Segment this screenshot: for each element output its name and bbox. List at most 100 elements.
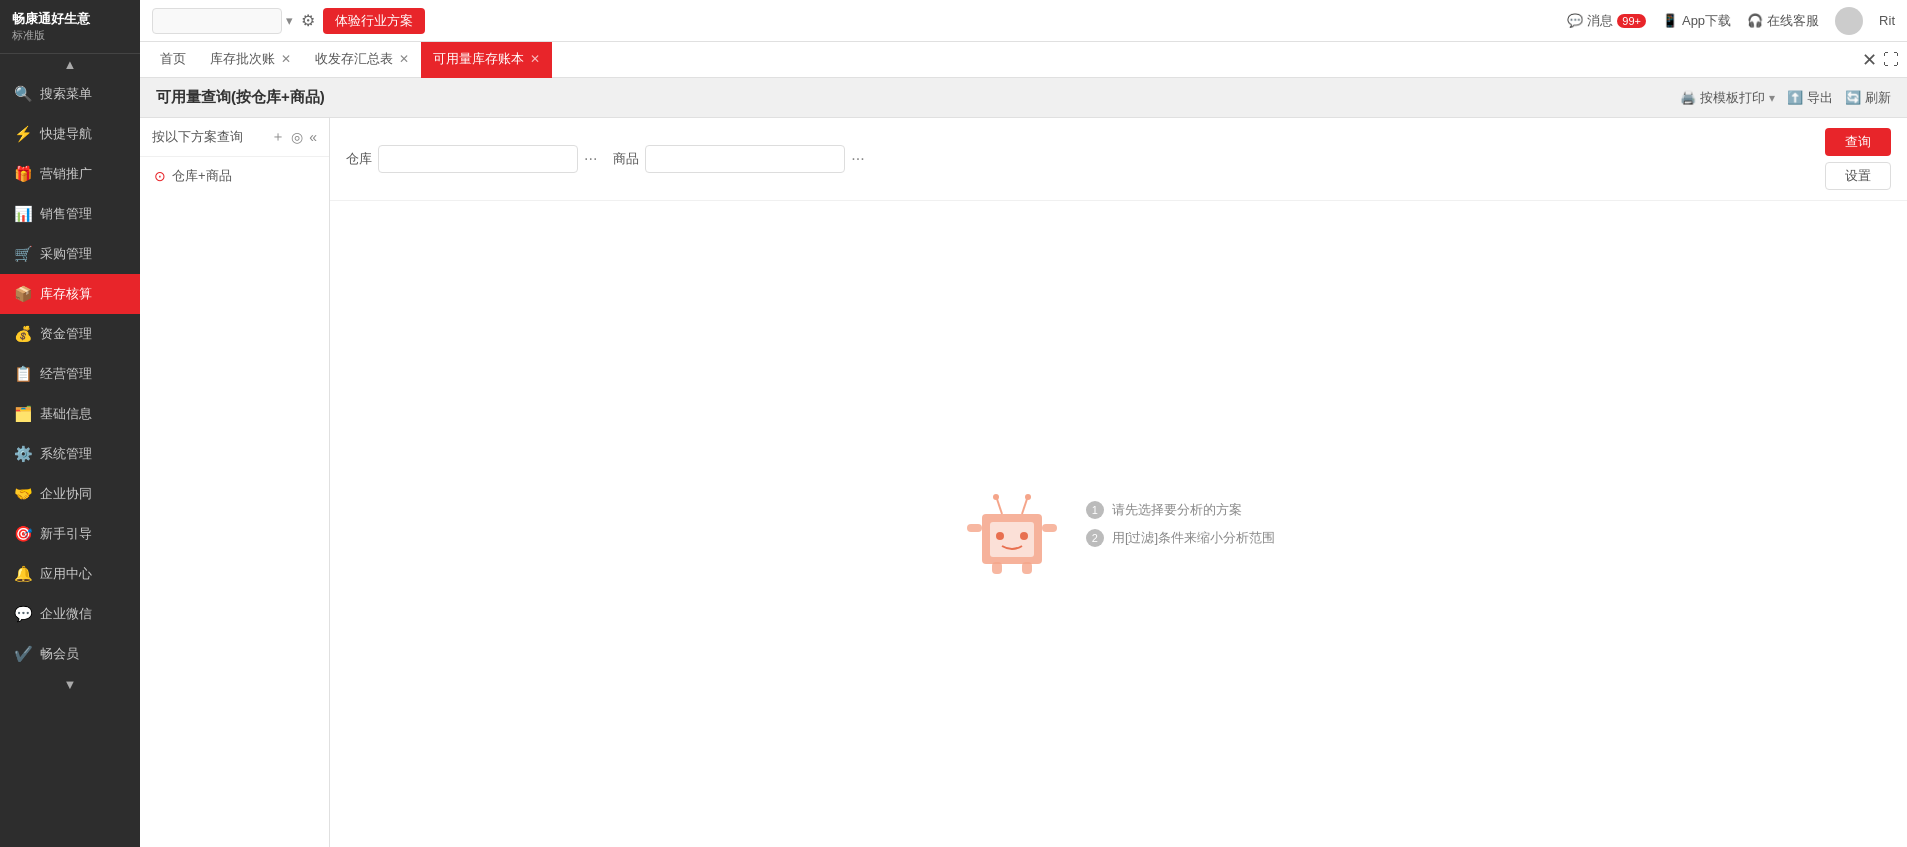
- sidebar-item-label: 企业协同: [40, 485, 92, 503]
- dropdown-icon[interactable]: ▾: [286, 13, 293, 28]
- tab-available-stock[interactable]: 可用量库存账本 ✕: [421, 42, 552, 78]
- username: Rit: [1879, 13, 1895, 28]
- sidebar: 畅康通好生意 标准版 ▲ 🔍 搜索菜单 ⚡ 快捷导航 🎁 营销推广 📊 销售管理…: [0, 0, 140, 847]
- settings-button[interactable]: 设置: [1825, 162, 1891, 190]
- main-area: ▾ ⚙ 体验行业方案 💬 消息 99+ 📱 App下载 🎧 在线客服 Rit: [140, 0, 1907, 847]
- sidebar-item-purchase[interactable]: 🛒 采购管理: [0, 234, 140, 274]
- tip-text-2: 用[过滤]条件来缩小分析范围: [1112, 529, 1275, 547]
- refresh-button[interactable]: 🔄 刷新: [1845, 89, 1891, 107]
- sidebar-item-search[interactable]: 🔍 搜索菜单: [0, 74, 140, 114]
- print-icon: 🖨️: [1680, 90, 1696, 105]
- sidebar-item-marketing[interactable]: 🎁 营销推广: [0, 154, 140, 194]
- sidebar-item-label: 基础信息: [40, 405, 92, 423]
- svg-rect-1: [990, 522, 1034, 557]
- sidebar-item-system[interactable]: ⚙️ 系统管理: [0, 434, 140, 474]
- sidebar-item-label: 应用中心: [40, 565, 92, 583]
- tab-summary-label: 收发存汇总表: [315, 50, 393, 68]
- sidebar-item-member[interactable]: ✔️ 畅会员: [0, 634, 140, 674]
- collab-icon: 🤝: [14, 485, 32, 503]
- product-label: 商品: [613, 150, 639, 168]
- scheme-item-warehouse-product[interactable]: ⊙ 仓库+商品: [140, 157, 329, 195]
- product-input[interactable]: [645, 145, 845, 173]
- sidebar-scroll-up[interactable]: ▲: [0, 54, 140, 74]
- page-header-actions: 🖨️ 按模板打印 ▾ ⬆️ 导出 🔄 刷新: [1680, 89, 1891, 107]
- tab-home[interactable]: 首页: [148, 42, 198, 78]
- message-button[interactable]: 💬 消息 99+: [1567, 12, 1646, 30]
- collapse-icon[interactable]: «: [309, 129, 317, 145]
- message-badge: 99+: [1617, 14, 1646, 28]
- sidebar-item-label: 经营管理: [40, 365, 92, 383]
- tabs-bar: 首页 库存批次账 ✕ 收发存汇总表 ✕ 可用量库存账本 ✕ ✕ ⛶: [140, 42, 1907, 78]
- sidebar-item-label: 企业微信: [40, 605, 92, 623]
- app-download-button[interactable]: 📱 App下载: [1662, 12, 1731, 30]
- guide-icon: 🎯: [14, 525, 32, 543]
- sidebar-logo: 畅康通好生意 标准版: [0, 0, 140, 54]
- service-button[interactable]: 🎧 在线客服: [1747, 12, 1819, 30]
- warehouse-more-icon[interactable]: ···: [584, 150, 597, 168]
- message-label: 消息: [1587, 12, 1613, 30]
- empty-tip-2: 2 用[过滤]条件来缩小分析范围: [1086, 529, 1275, 547]
- settings-icon[interactable]: ◎: [291, 129, 303, 145]
- scheme-label: 仓库+商品: [172, 167, 232, 185]
- search-icon: 🔍: [14, 85, 32, 103]
- tip-text-1: 请先选择要分析的方案: [1112, 501, 1242, 519]
- sidebar-item-operations[interactable]: 📋 经营管理: [0, 354, 140, 394]
- system-icon: ⚙️: [14, 445, 32, 463]
- add-icon[interactable]: ＋: [271, 128, 285, 146]
- close-icon[interactable]: ✕: [399, 52, 409, 66]
- sidebar-item-finance[interactable]: 💰 资金管理: [0, 314, 140, 354]
- sidebar-item-label: 系统管理: [40, 445, 92, 463]
- svg-line-8: [997, 499, 1002, 514]
- sidebar-item-basic-info[interactable]: 🗂️ 基础信息: [0, 394, 140, 434]
- sidebar-item-label: 销售管理: [40, 205, 92, 223]
- trial-button[interactable]: 体验行业方案: [323, 8, 425, 34]
- app-center-icon: 🔔: [14, 565, 32, 583]
- avatar[interactable]: [1835, 7, 1863, 35]
- service-icon: 🎧: [1747, 13, 1763, 28]
- query-button[interactable]: 查询: [1825, 128, 1891, 156]
- tabs-expand-button[interactable]: ⛶: [1883, 51, 1899, 69]
- product-more-icon[interactable]: ···: [851, 150, 864, 168]
- sidebar-item-inventory[interactable]: 📦 库存核算: [0, 274, 140, 314]
- svg-rect-7: [1022, 562, 1032, 574]
- close-icon[interactable]: ✕: [530, 52, 540, 66]
- warehouse-input[interactable]: [378, 145, 578, 173]
- empty-tips: 1 请先选择要分析的方案 2 用[过滤]条件来缩小分析范围: [1086, 501, 1275, 547]
- svg-rect-5: [1042, 524, 1057, 532]
- topbar-search-area: ▾: [152, 8, 293, 34]
- svg-rect-6: [992, 562, 1002, 574]
- sidebar-item-label: 畅会员: [40, 645, 79, 663]
- sidebar-item-guide[interactable]: 🎯 新手引导: [0, 514, 140, 554]
- tab-available-stock-label: 可用量库存账本: [433, 50, 524, 68]
- sidebar-item-collab[interactable]: 🤝 企业协同: [0, 474, 140, 514]
- operations-icon: 📋: [14, 365, 32, 383]
- sidebar-item-label: 资金管理: [40, 325, 92, 343]
- app-download-label: App下载: [1682, 12, 1731, 30]
- print-button[interactable]: 🖨️ 按模板打印 ▾: [1680, 89, 1775, 107]
- sidebar-item-quicknav[interactable]: ⚡ 快捷导航: [0, 114, 140, 154]
- left-panel: 按以下方案查询 ＋ ◎ « ⊙ 仓库+商品: [140, 118, 330, 847]
- page-header: 可用量查询(按仓库+商品) 🖨️ 按模板打印 ▾ ⬆️ 导出 🔄 刷新: [140, 78, 1907, 118]
- tab-batch-account[interactable]: 库存批次账 ✕: [198, 42, 303, 78]
- tabs-close-button[interactable]: ✕: [1862, 49, 1877, 71]
- print-dropdown-icon[interactable]: ▾: [1769, 91, 1775, 105]
- export-button[interactable]: ⬆️ 导出: [1787, 89, 1833, 107]
- sidebar-item-label: 营销推广: [40, 165, 92, 183]
- tabs-actions: ✕ ⛶: [1862, 49, 1899, 71]
- tip-num-1: 1: [1086, 501, 1104, 519]
- refresh-label: 刷新: [1865, 89, 1891, 107]
- left-panel-icons: ＋ ◎ «: [271, 128, 317, 146]
- close-icon[interactable]: ✕: [281, 52, 291, 66]
- content-area: 按以下方案查询 ＋ ◎ « ⊙ 仓库+商品 仓库 ···: [140, 118, 1907, 847]
- service-label: 在线客服: [1767, 12, 1819, 30]
- sidebar-item-label: 库存核算: [40, 285, 92, 303]
- search-input[interactable]: [152, 8, 282, 34]
- sidebar-item-wechat[interactable]: 💬 企业微信: [0, 594, 140, 634]
- tab-summary[interactable]: 收发存汇总表 ✕: [303, 42, 421, 78]
- sidebar-item-sales[interactable]: 📊 销售管理: [0, 194, 140, 234]
- tip-num-2: 2: [1086, 529, 1104, 547]
- message-icon: 💬: [1567, 13, 1583, 28]
- sidebar-item-app-center[interactable]: 🔔 应用中心: [0, 554, 140, 594]
- settings-icon[interactable]: ⚙: [301, 11, 315, 30]
- sidebar-scroll-down[interactable]: ▼: [0, 674, 140, 694]
